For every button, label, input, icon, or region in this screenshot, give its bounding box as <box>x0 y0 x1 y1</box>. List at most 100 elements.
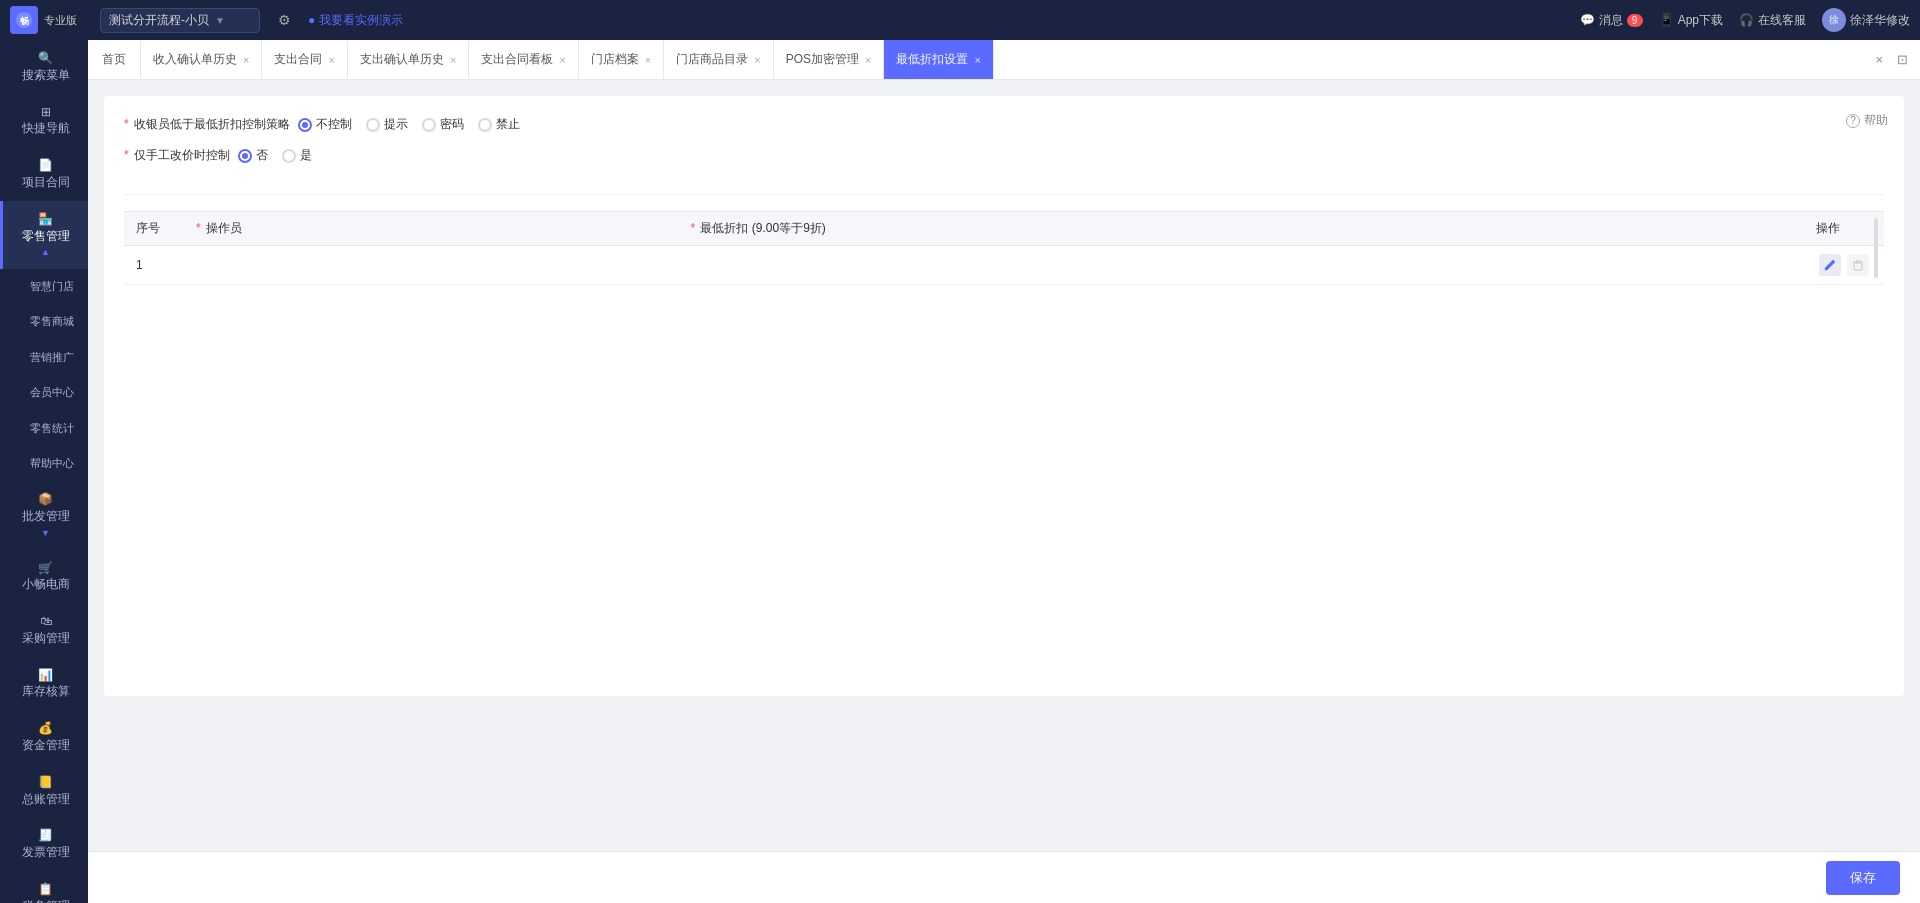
message-badge: 9 <box>1627 14 1643 27</box>
edit-icon[interactable] <box>1819 254 1841 276</box>
manual-no[interactable]: 否 <box>238 147 268 164</box>
message-btn[interactable]: 💬 消息 9 <box>1580 12 1643 29</box>
finance-icon: 💰 <box>38 720 53 737</box>
strategy-remind[interactable]: 提示 <box>366 116 408 133</box>
tab-payment-confirm[interactable]: 支出确认单历史 × <box>348 40 469 80</box>
user-menu-btn[interactable]: 徐 徐泽华修改 <box>1822 8 1910 32</box>
app-download-btn[interactable]: 📱 App下载 <box>1659 12 1723 29</box>
payment-confirm-tab-label: 支出确认单历史 <box>360 51 444 68</box>
tab-store-products[interactable]: 门店商品目录 × <box>664 40 773 80</box>
sidebar-label-member: 会员中心 <box>30 385 74 400</box>
env-selector[interactable]: 测试分开流程-小贝 ▼ <box>100 8 260 33</box>
content-area: 首页 收入确认单历史 × 支出合同 × 支出确认单历史 × 支出合同看板 × 门… <box>88 40 1920 903</box>
sidebar-item-shortcut[interactable]: ⊞ 快捷导航 <box>0 94 88 148</box>
required-star: * <box>124 117 129 131</box>
table-container: 序号 * 操作员 * 最低折扣 (9.00等于9折) <box>124 211 1884 285</box>
sidebar-item-tax[interactable]: 📋 税务管理 <box>0 871 88 903</box>
tab-close-payment-board[interactable]: × <box>559 54 565 66</box>
sidebar-label-tax: 税务管理 <box>22 898 70 903</box>
help-btn[interactable]: ? 帮助 <box>1846 112 1888 129</box>
avatar: 徐 <box>1822 8 1846 32</box>
tab-home[interactable]: 首页 <box>88 40 141 80</box>
tab-close-pos-password[interactable]: × <box>865 54 871 66</box>
chevron-up-icon: ▲ <box>41 246 50 259</box>
package-icon: 📦 <box>38 491 53 508</box>
search-icon: 🔍 <box>38 50 53 67</box>
main-layout: 🔍 搜索菜单 ⊞ 快捷导航 📄 项目合同 🏪 零售管理 ▲ 智慧门店 零售商城 … <box>0 40 1920 903</box>
save-button[interactable]: 保存 <box>1826 861 1900 895</box>
sidebar-item-purchase[interactable]: 🛍 采购管理 <box>0 603 88 657</box>
demo-link[interactable]: ● 我要看实例演示 <box>308 12 403 29</box>
sidebar-item-search[interactable]: 🔍 搜索菜单 <box>0 40 88 94</box>
sidebar-label-retail: 零售管理 <box>22 228 70 245</box>
sidebar-label-retail-stats: 零售统计 <box>30 421 74 436</box>
sidebar-item-retail-mall[interactable]: 零售商城 <box>0 304 88 339</box>
message-icon: 💬 <box>1580 13 1595 27</box>
radio-no-control-circle <box>298 118 312 132</box>
sidebar-item-help[interactable]: 帮助中心 <box>0 446 88 481</box>
store-products-tab-label: 门店商品目录 <box>676 51 748 68</box>
sidebar-item-inventory[interactable]: 📊 库存核算 <box>0 657 88 711</box>
svg-text:畅: 畅 <box>20 16 29 26</box>
tab-close-income-confirm[interactable]: × <box>243 54 249 66</box>
form-section: * 收银员低于最低折扣控制策略 不控制 提示 <box>124 116 1884 195</box>
sidebar-item-project[interactable]: 📄 项目合同 <box>0 147 88 201</box>
sidebar-item-smart-store[interactable]: 智慧门店 <box>0 269 88 304</box>
tab-close-min-discount[interactable]: × <box>974 54 980 66</box>
th-action: 操作 <box>1804 212 1884 246</box>
strategy-label: * 收银员低于最低折扣控制策略 <box>124 116 290 133</box>
circle-play-icon: ● <box>308 13 315 27</box>
chevron-down-icon: ▼ <box>41 527 50 540</box>
settings-icon[interactable]: ⚙ <box>270 6 298 34</box>
close-tab-btn[interactable]: × <box>1871 50 1887 69</box>
sidebar-item-invoice[interactable]: 🧾 发票管理 <box>0 817 88 871</box>
payment-board-tab-label: 支出合同看板 <box>481 51 553 68</box>
radio-password-circle <box>422 118 436 132</box>
tab-close-payment-confirm[interactable]: × <box>450 54 456 66</box>
required-star-2: * <box>124 148 129 162</box>
tab-close-store-products[interactable]: × <box>754 54 760 66</box>
svg-rect-2 <box>1854 263 1862 270</box>
radio-manual-no-circle <box>238 149 252 163</box>
tab-close-store-archive[interactable]: × <box>645 54 651 66</box>
sidebar-item-ecommerce[interactable]: 🛒 小畅电商 <box>0 550 88 604</box>
sidebar-item-finance[interactable]: 💰 资金管理 <box>0 710 88 764</box>
expand-tab-btn[interactable]: ⊡ <box>1893 50 1912 69</box>
delete-icon[interactable] <box>1847 254 1869 276</box>
action-icons <box>1816 254 1872 276</box>
tab-min-discount[interactable]: 最低折扣设置 × <box>884 40 993 80</box>
online-support-label: 在线客服 <box>1758 12 1806 29</box>
sidebar-item-wholesale[interactable]: 📦 批发管理 ▼ <box>0 481 88 549</box>
sidebar-item-retail[interactable]: 🏪 零售管理 ▲ <box>0 201 88 269</box>
tab-income-confirm[interactable]: 收入确认单历史 × <box>141 40 262 80</box>
manual-yes[interactable]: 是 <box>282 147 312 164</box>
tab-payment-contract[interactable]: 支出合同 × <box>262 40 347 80</box>
content-card: ? 帮助 * 收银员低于最低折扣控制策略 不控制 <box>104 96 1904 696</box>
home-tab-label: 首页 <box>102 51 126 68</box>
income-confirm-tab-label: 收入确认单历史 <box>153 51 237 68</box>
strategy-no-control[interactable]: 不控制 <box>298 116 352 133</box>
strategy-forbid[interactable]: 禁止 <box>478 116 520 133</box>
min-discount-tab-label: 最低折扣设置 <box>896 51 968 68</box>
invoice-icon: 🧾 <box>38 827 53 844</box>
sidebar-item-accounting[interactable]: 📒 总账管理 <box>0 764 88 818</box>
sidebar-label-purchase: 采购管理 <box>22 630 70 647</box>
payment-contract-tab-label: 支出合同 <box>274 51 322 68</box>
tab-payment-board[interactable]: 支出合同看板 × <box>469 40 578 80</box>
strategy-password[interactable]: 密码 <box>422 116 464 133</box>
scrollbar[interactable] <box>1874 218 1878 278</box>
top-bar: 畅 专业版 测试分开流程-小贝 ▼ ⚙ ● 我要看实例演示 💬 消息 9 📱 A… <box>0 0 1920 40</box>
headset-icon: 🎧 <box>1739 13 1754 27</box>
sidebar-item-retail-stats[interactable]: 零售统计 <box>0 411 88 446</box>
tab-store-archive[interactable]: 门店档案 × <box>579 40 664 80</box>
user-name-label: 徐泽华修改 <box>1850 12 1910 29</box>
tab-pos-password[interactable]: POS加密管理 × <box>774 40 885 80</box>
sidebar-item-member[interactable]: 会员中心 <box>0 375 88 410</box>
th-operator: * 操作员 <box>184 212 678 246</box>
cart-icon: 🛒 <box>38 560 53 577</box>
sidebar-item-marketing[interactable]: 营销推广 <box>0 340 88 375</box>
online-support-btn[interactable]: 🎧 在线客服 <box>1739 12 1806 29</box>
sidebar-label-marketing: 营销推广 <box>30 350 74 365</box>
tab-bar-actions: × ⊡ <box>1863 50 1920 69</box>
tab-close-payment-contract[interactable]: × <box>328 54 334 66</box>
